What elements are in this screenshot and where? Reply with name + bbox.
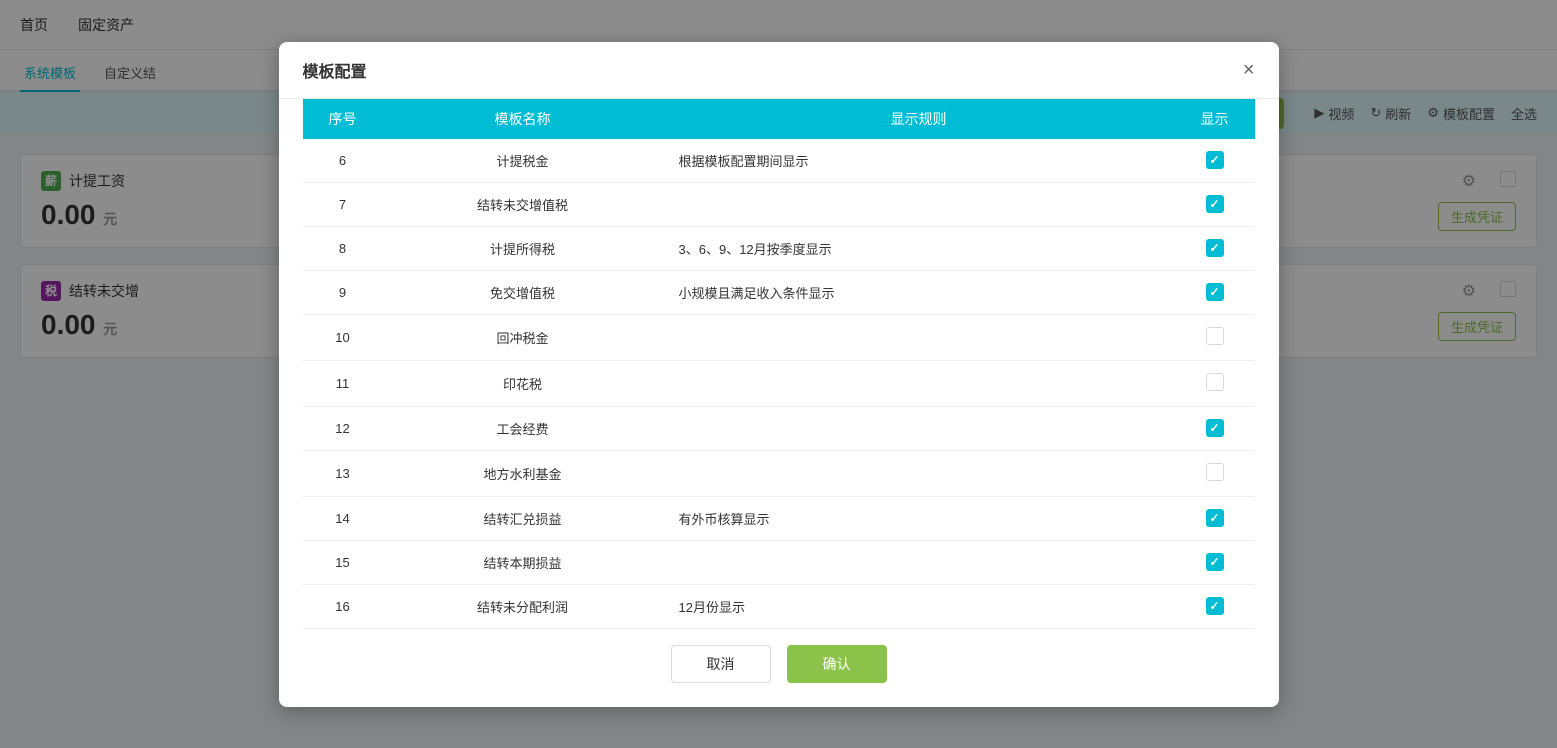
cell-rule: [663, 450, 1175, 496]
checkbox-icon[interactable]: [1206, 283, 1224, 301]
confirm-button[interactable]: 确认: [787, 645, 887, 683]
col-name: 模板名称: [383, 99, 663, 139]
cell-name: 结转本期损益: [383, 540, 663, 584]
cell-name: 工会经费: [383, 406, 663, 450]
col-seq: 序号: [303, 99, 383, 139]
checkbox-icon[interactable]: [1206, 419, 1224, 437]
checkbox-icon[interactable]: [1206, 509, 1224, 527]
cell-checkbox[interactable]: [1175, 450, 1255, 496]
cell-checkbox[interactable]: [1175, 226, 1255, 270]
checkbox-icon[interactable]: [1206, 597, 1224, 615]
cell-checkbox[interactable]: [1175, 540, 1255, 584]
cell-name: 免交增值税: [383, 270, 663, 314]
modal-table-wrapper: 序号 模板名称 显示规则 显示 6计提税金根据模板配置期间显示7结转未交增值税8…: [279, 99, 1279, 629]
table-row: 7结转未交增值税: [303, 182, 1255, 226]
cell-rule: [663, 406, 1175, 450]
cell-name: 结转未交增值税: [383, 182, 663, 226]
table-row: 6计提税金根据模板配置期间显示: [303, 139, 1255, 183]
col-display: 显示: [1175, 99, 1255, 139]
table-row: 13地方水利基金: [303, 450, 1255, 496]
cell-seq: 8: [303, 226, 383, 270]
modal-footer: 取消 确认: [279, 629, 1279, 707]
modal-table: 序号 模板名称 显示规则 显示 6计提税金根据模板配置期间显示7结转未交增值税8…: [303, 99, 1255, 629]
col-rule: 显示规则: [663, 99, 1175, 139]
cell-rule: [663, 540, 1175, 584]
cell-checkbox[interactable]: [1175, 182, 1255, 226]
cell-name: 计提税金: [383, 139, 663, 183]
cell-seq: 16: [303, 584, 383, 628]
table-row: 11印花税: [303, 360, 1255, 406]
cell-name: 印花税: [383, 360, 663, 406]
cell-seq: 7: [303, 182, 383, 226]
cell-name: 结转未分配利润: [383, 584, 663, 628]
checkbox-icon[interactable]: [1206, 327, 1224, 345]
cell-seq: 9: [303, 270, 383, 314]
table-row: 14结转汇兑损益有外币核算显示: [303, 496, 1255, 540]
checkbox-icon[interactable]: [1206, 553, 1224, 571]
cell-rule: 有外币核算显示: [663, 496, 1175, 540]
cell-seq: 10: [303, 314, 383, 360]
cell-rule: [663, 360, 1175, 406]
cell-seq: 12: [303, 406, 383, 450]
cell-rule: 12月份显示: [663, 584, 1175, 628]
cell-checkbox[interactable]: [1175, 496, 1255, 540]
cell-seq: 14: [303, 496, 383, 540]
table-row: 16结转未分配利润12月份显示: [303, 584, 1255, 628]
cell-checkbox[interactable]: [1175, 584, 1255, 628]
cell-checkbox[interactable]: [1175, 406, 1255, 450]
table-row: 10回冲税金: [303, 314, 1255, 360]
table-header-row: 序号 模板名称 显示规则 显示: [303, 99, 1255, 139]
cell-name: 地方水利基金: [383, 450, 663, 496]
modal: 模板配置 × 序号 模板名称 显示规则 显示 6计提税金根据模板配置期间显示7结…: [279, 42, 1279, 707]
cell-checkbox[interactable]: [1175, 270, 1255, 314]
modal-title: 模板配置: [303, 58, 367, 82]
cell-seq: 6: [303, 139, 383, 183]
checkbox-icon[interactable]: [1206, 239, 1224, 257]
cell-checkbox[interactable]: [1175, 139, 1255, 183]
checkbox-icon[interactable]: [1206, 463, 1224, 481]
table-row: 12工会经费: [303, 406, 1255, 450]
cancel-button[interactable]: 取消: [671, 645, 771, 683]
table-row: 8计提所得税3、6、9、12月按季度显示: [303, 226, 1255, 270]
table-row: 9免交增值税小规模且满足收入条件显示: [303, 270, 1255, 314]
checkbox-icon[interactable]: [1206, 195, 1224, 213]
cell-rule: [663, 182, 1175, 226]
cell-checkbox[interactable]: [1175, 314, 1255, 360]
table-row: 15结转本期损益: [303, 540, 1255, 584]
cell-rule: 3、6、9、12月按季度显示: [663, 226, 1175, 270]
cell-seq: 13: [303, 450, 383, 496]
modal-overlay: 模板配置 × 序号 模板名称 显示规则 显示 6计提税金根据模板配置期间显示7结…: [0, 0, 1557, 748]
cell-checkbox[interactable]: [1175, 360, 1255, 406]
modal-header: 模板配置 ×: [279, 42, 1279, 99]
cell-rule: 小规模且满足收入条件显示: [663, 270, 1175, 314]
cell-rule: 根据模板配置期间显示: [663, 139, 1175, 183]
cell-rule: [663, 314, 1175, 360]
cell-name: 回冲税金: [383, 314, 663, 360]
cell-name: 计提所得税: [383, 226, 663, 270]
cell-seq: 11: [303, 360, 383, 406]
cell-seq: 15: [303, 540, 383, 584]
checkbox-icon[interactable]: [1206, 151, 1224, 169]
checkbox-icon[interactable]: [1206, 373, 1224, 391]
cell-name: 结转汇兑损益: [383, 496, 663, 540]
modal-close-button[interactable]: ×: [1243, 60, 1255, 80]
